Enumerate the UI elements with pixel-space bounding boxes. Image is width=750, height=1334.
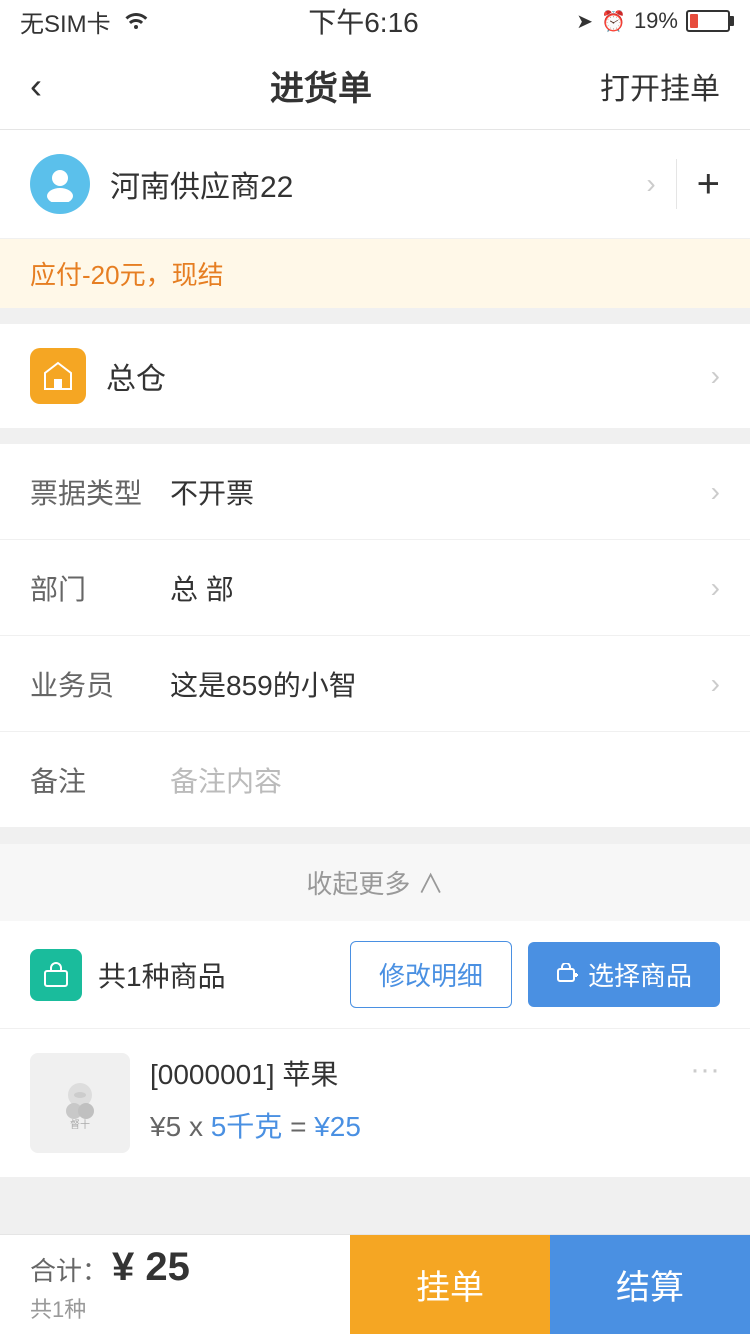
status-bar: 无SIM卡 下午6:16 ➤ ⏰ 19% — [0, 0, 750, 42]
salesperson-row[interactable]: 业务员 这是859的小智 › — [0, 636, 750, 732]
product-more-button[interactable]: ··· — [690, 1053, 720, 1087]
divider — [676, 159, 677, 209]
products-count: 共1种商品 — [98, 955, 350, 995]
department-row[interactable]: 部门 总 部 › — [0, 540, 750, 636]
total-section: 合计： ¥ 25 共1种 — [0, 1245, 350, 1324]
chevron-right-icon: › — [711, 668, 720, 700]
invoice-type-label: 票据类型 — [30, 472, 170, 512]
chevron-right-icon: › — [646, 168, 655, 200]
remark-label: 备注 — [30, 760, 170, 800]
alert-text: 应付-20元，现结 — [30, 260, 224, 290]
chevron-right-icon: › — [711, 572, 720, 604]
remark-placeholder[interactable]: 备注内容 — [170, 760, 720, 800]
battery-icon — [686, 10, 730, 32]
department-label: 部门 — [30, 568, 170, 608]
avatar — [30, 154, 90, 214]
wifi-icon — [121, 7, 151, 36]
equals-sign: = — [290, 1111, 314, 1142]
price-value: ¥5 — [150, 1111, 181, 1142]
department-value: 总 部 — [170, 568, 711, 608]
invoice-type-value: 不开票 — [170, 472, 711, 512]
multiply-sign: x — [189, 1111, 211, 1142]
salesperson-value: 这是859的小智 — [170, 664, 711, 704]
chevron-right-icon: › — [711, 360, 720, 392]
supplier-name: 河南供应商22 — [110, 162, 646, 206]
products-section: 共1种商品 修改明细 选择商品 督十 [0000001] 苹果 — [0, 921, 750, 1177]
alarm-icon: ⏰ — [601, 9, 626, 34]
product-price: ¥5 x 5千克 = ¥25 — [150, 1105, 690, 1145]
total-label: 合计： — [30, 1251, 108, 1288]
remark-row[interactable]: 备注 备注内容 — [0, 732, 750, 828]
svg-text:督十: 督十 — [70, 1118, 90, 1131]
status-time: 下午6:16 — [308, 1, 419, 41]
add-supplier-icon[interactable]: + — [697, 162, 720, 207]
open-suspend-button[interactable]: 打开挂单 — [600, 64, 720, 108]
product-item: 督十 [0000001] 苹果 ¥5 x 5千克 = ¥25 ··· — [0, 1029, 750, 1177]
page-title: 进货单 — [270, 61, 372, 110]
total-amount: ¥ 25 — [112, 1245, 190, 1290]
select-products-label: 选择商品 — [588, 956, 692, 993]
battery-percent: 19% — [634, 8, 678, 34]
invoice-type-row[interactable]: 票据类型 不开票 › — [0, 444, 750, 540]
form-section: 票据类型 不开票 › 部门 总 部 › 业务员 这是859的小智 › 备注 备注… — [0, 444, 750, 828]
collapse-text: 收起更多 ∧ — [306, 864, 443, 901]
collapse-toggle[interactable]: 收起更多 ∧ — [0, 844, 750, 921]
checkout-button[interactable]: 结算 — [550, 1235, 750, 1334]
location-icon: ➤ — [576, 9, 593, 34]
quantity-value: 5千克 — [211, 1111, 283, 1142]
chevron-right-icon: › — [711, 476, 720, 508]
total-value: ¥25 — [314, 1111, 361, 1142]
warehouse-icon — [30, 348, 86, 404]
total-count: 共1种 — [30, 1292, 320, 1324]
status-right: ➤ ⏰ 19% — [576, 8, 730, 34]
product-thumbnail: 督十 — [30, 1053, 130, 1153]
back-button[interactable]: ‹ — [30, 65, 42, 107]
supplier-section: 河南供应商22 › + 应付-20元，现结 — [0, 130, 750, 308]
suspend-button[interactable]: 挂单 — [350, 1235, 550, 1334]
products-header: 共1种商品 修改明细 选择商品 — [0, 921, 750, 1029]
product-name: [0000001] 苹果 — [150, 1053, 690, 1093]
select-products-button[interactable]: 选择商品 — [528, 942, 720, 1007]
warehouse-section: 总仓 › — [0, 324, 750, 428]
warehouse-name: 总仓 — [106, 354, 711, 398]
alert-banner: 应付-20元，现结 — [0, 239, 750, 308]
salesperson-label: 业务员 — [30, 664, 170, 704]
status-carrier: 无SIM卡 — [20, 4, 151, 39]
products-icon — [30, 949, 82, 1001]
product-info: [0000001] 苹果 ¥5 x 5千克 = ¥25 — [150, 1053, 690, 1145]
nav-bar: ‹ 进货单 打开挂单 — [0, 42, 750, 130]
main-content: 河南供应商22 › + 应付-20元，现结 总仓 › 票据类型 不开票 › 部门 — [0, 130, 750, 1293]
edit-details-button[interactable]: 修改明细 — [350, 941, 512, 1008]
bottom-bar: 合计： ¥ 25 共1种 挂单 结算 — [0, 1234, 750, 1334]
carrier-text: 无SIM卡 — [20, 4, 111, 39]
warehouse-row[interactable]: 总仓 › — [0, 324, 750, 428]
supplier-row[interactable]: 河南供应商22 › + — [0, 130, 750, 239]
